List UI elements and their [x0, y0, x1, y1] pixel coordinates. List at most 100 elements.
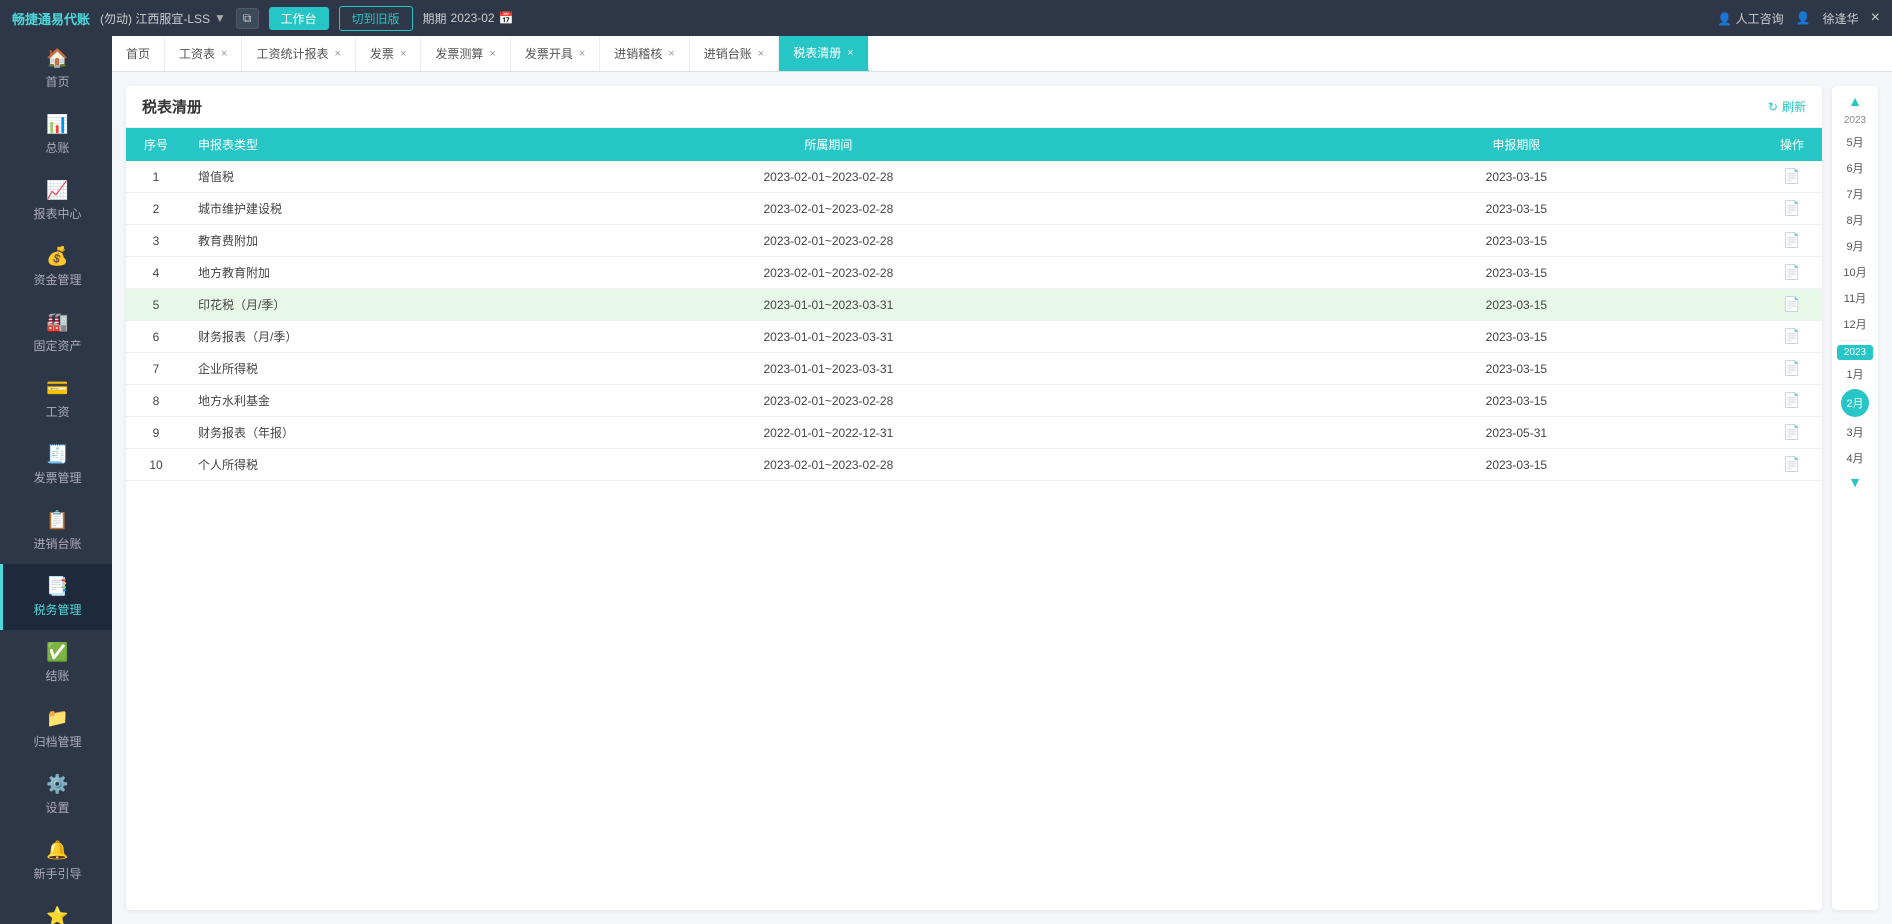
- tab-purchase-ledger-close[interactable]: ×: [758, 48, 764, 60]
- period-display: 期期 2023-02 📅: [423, 10, 514, 27]
- table-row: 10 个人所得税 2023-02-01~2023-02-28 2023-03-1…: [126, 449, 1822, 481]
- cal-month-1[interactable]: 1月: [1837, 362, 1873, 386]
- action-icon[interactable]: 📄: [1783, 296, 1800, 312]
- tab-salary-report[interactable]: 工资统计报表 ×: [242, 36, 355, 71]
- cal-month-9[interactable]: 9月: [1837, 234, 1873, 258]
- tab-salary-report-label: 工资统计报表: [256, 45, 328, 62]
- person-icon: 👤: [1717, 12, 1732, 26]
- cell-seq: 6: [126, 321, 186, 353]
- tab-purchase-audit-close[interactable]: ×: [668, 48, 674, 60]
- cal-month-12[interactable]: 12月: [1837, 312, 1873, 336]
- col-seq: 序号: [126, 128, 186, 161]
- report-icon: 📈: [46, 180, 68, 201]
- action-icon[interactable]: 📄: [1783, 456, 1800, 472]
- cal-month-2-active[interactable]: 2月: [1841, 389, 1869, 417]
- sidebar-item-ledger[interactable]: 📊 总账: [0, 102, 112, 168]
- action-icon[interactable]: 📄: [1783, 392, 1800, 408]
- tab-invoice-open-close[interactable]: ×: [579, 48, 585, 60]
- sidebar-label-ledger: 总账: [45, 139, 69, 156]
- tab-home[interactable]: 首页: [112, 36, 165, 71]
- cell-period: 2023-02-01~2023-02-28: [386, 449, 1271, 481]
- top-close-icon[interactable]: ×: [1871, 9, 1880, 27]
- tab-invoice-open[interactable]: 发票开具 ×: [511, 36, 600, 71]
- action-icon[interactable]: 📄: [1783, 200, 1800, 216]
- cell-action[interactable]: 📄: [1762, 289, 1822, 321]
- tab-tax-register-close[interactable]: ×: [847, 47, 853, 59]
- tab-purchase-audit-label: 进销稽核: [614, 45, 662, 62]
- sidebar-label-purchase: 进销台账: [33, 535, 81, 552]
- sidebar-item-asset[interactable]: 🏭 固定资产: [0, 300, 112, 366]
- sidebar-item-tax[interactable]: 📑 税务管理: [0, 564, 112, 630]
- cell-period: 2023-01-01~2023-03-31: [386, 353, 1271, 385]
- tab-invoice-close[interactable]: ×: [400, 48, 406, 60]
- ledger-icon: 📊: [46, 114, 68, 135]
- copy-button[interactable]: ⧉: [236, 8, 259, 29]
- company-name: (勿动) 江西服宜-LSS: [100, 10, 210, 27]
- sidebar-label-invoice: 发票管理: [33, 469, 81, 486]
- action-icon[interactable]: 📄: [1783, 424, 1800, 440]
- cal-month-11[interactable]: 11月: [1837, 286, 1873, 310]
- sidebar-item-archive[interactable]: 📁 归档管理: [0, 696, 112, 762]
- cell-action[interactable]: 📄: [1762, 385, 1822, 417]
- cal-month-3[interactable]: 3月: [1837, 420, 1873, 444]
- action-icon[interactable]: 📄: [1783, 328, 1800, 344]
- tab-invoice[interactable]: 发票 ×: [356, 36, 421, 71]
- sidebar-item-purchase[interactable]: 📋 进销台账: [0, 498, 112, 564]
- tab-salary-report-close[interactable]: ×: [334, 48, 340, 60]
- cal-month-7[interactable]: 7月: [1837, 182, 1873, 206]
- tab-purchase-audit[interactable]: 进销稽核 ×: [600, 36, 689, 71]
- asset-icon: 🏭: [46, 312, 68, 333]
- calendar-icon[interactable]: 📅: [499, 11, 514, 25]
- cal-month-8[interactable]: 8月: [1837, 208, 1873, 232]
- sidebar-item-salary[interactable]: 💳 工资: [0, 366, 112, 432]
- cell-action[interactable]: 📄: [1762, 257, 1822, 289]
- sidebar-item-guide[interactable]: 🔔 新手引导: [0, 828, 112, 894]
- action-icon[interactable]: 📄: [1783, 232, 1800, 248]
- cell-deadline: 2023-03-15: [1271, 353, 1762, 385]
- action-icon[interactable]: 📄: [1783, 360, 1800, 376]
- tab-invoice-check[interactable]: 发票测算 ×: [421, 36, 510, 71]
- table-container: 序号 申报表类型 所属期间 申报期限 操作 1 增值税 2023-02-01~2…: [126, 128, 1822, 910]
- sidebar-item-invoice[interactable]: 🧾 发票管理: [0, 432, 112, 498]
- cell-action[interactable]: 📄: [1762, 193, 1822, 225]
- tab-purchase-ledger[interactable]: 进销台账 ×: [690, 36, 779, 71]
- cell-period: 2023-02-01~2023-02-28: [386, 385, 1271, 417]
- sidebar-item-member[interactable]: ⭐ 畅会员: [0, 894, 112, 924]
- company-dropdown-icon[interactable]: ▼: [214, 11, 226, 25]
- cal-nav-up[interactable]: ▲: [1848, 90, 1862, 112]
- tab-invoice-check-close[interactable]: ×: [489, 48, 495, 60]
- refresh-button[interactable]: ↻ 刷新: [1768, 98, 1806, 115]
- action-icon[interactable]: 📄: [1783, 264, 1800, 280]
- tab-tax-register[interactable]: 税表清册 ×: [779, 36, 868, 71]
- company-selector: (勿动) 江西服宜-LSS ▼: [100, 10, 226, 27]
- cell-action[interactable]: 📄: [1762, 353, 1822, 385]
- action-icon[interactable]: 📄: [1783, 168, 1800, 184]
- settlement-icon: ✅: [46, 642, 68, 663]
- sidebar-item-settlement[interactable]: ✅ 结账: [0, 630, 112, 696]
- table-row: 1 增值税 2023-02-01~2023-02-28 2023-03-15 📄: [126, 161, 1822, 193]
- cell-action[interactable]: 📄: [1762, 225, 1822, 257]
- cal-month-10[interactable]: 10月: [1837, 260, 1873, 284]
- col-period: 所属期间: [386, 128, 1271, 161]
- cal-month-5[interactable]: 5月: [1837, 130, 1873, 154]
- settings-icon: ⚙️: [46, 774, 68, 795]
- cal-month-6[interactable]: 6月: [1837, 156, 1873, 180]
- cell-action[interactable]: 📄: [1762, 321, 1822, 353]
- cal-month-4[interactable]: 4月: [1837, 446, 1873, 470]
- sidebar-item-fund[interactable]: 💰 资金管理: [0, 234, 112, 300]
- sidebar-item-report[interactable]: 📈 报表中心: [0, 168, 112, 234]
- cell-action[interactable]: 📄: [1762, 449, 1822, 481]
- sidebar-item-settings[interactable]: ⚙️ 设置: [0, 762, 112, 828]
- cell-deadline: 2023-03-15: [1271, 161, 1762, 193]
- sidebar-item-home[interactable]: 🏠 首页: [0, 36, 112, 102]
- tab-salary-close[interactable]: ×: [221, 48, 227, 60]
- ai-consult[interactable]: 👤 人工咨询: [1717, 10, 1783, 27]
- table-row: 4 地方教育附加 2023-02-01~2023-02-28 2023-03-1…: [126, 257, 1822, 289]
- cell-action[interactable]: 📄: [1762, 161, 1822, 193]
- cal-nav-down[interactable]: ▼: [1848, 471, 1862, 493]
- cell-action[interactable]: 📄: [1762, 417, 1822, 449]
- workbench-button[interactable]: 工作台: [269, 7, 329, 30]
- tab-salary[interactable]: 工资表 ×: [165, 36, 242, 71]
- switch-old-button[interactable]: 切到旧版: [339, 6, 413, 31]
- member-icon: ⭐: [46, 906, 68, 924]
